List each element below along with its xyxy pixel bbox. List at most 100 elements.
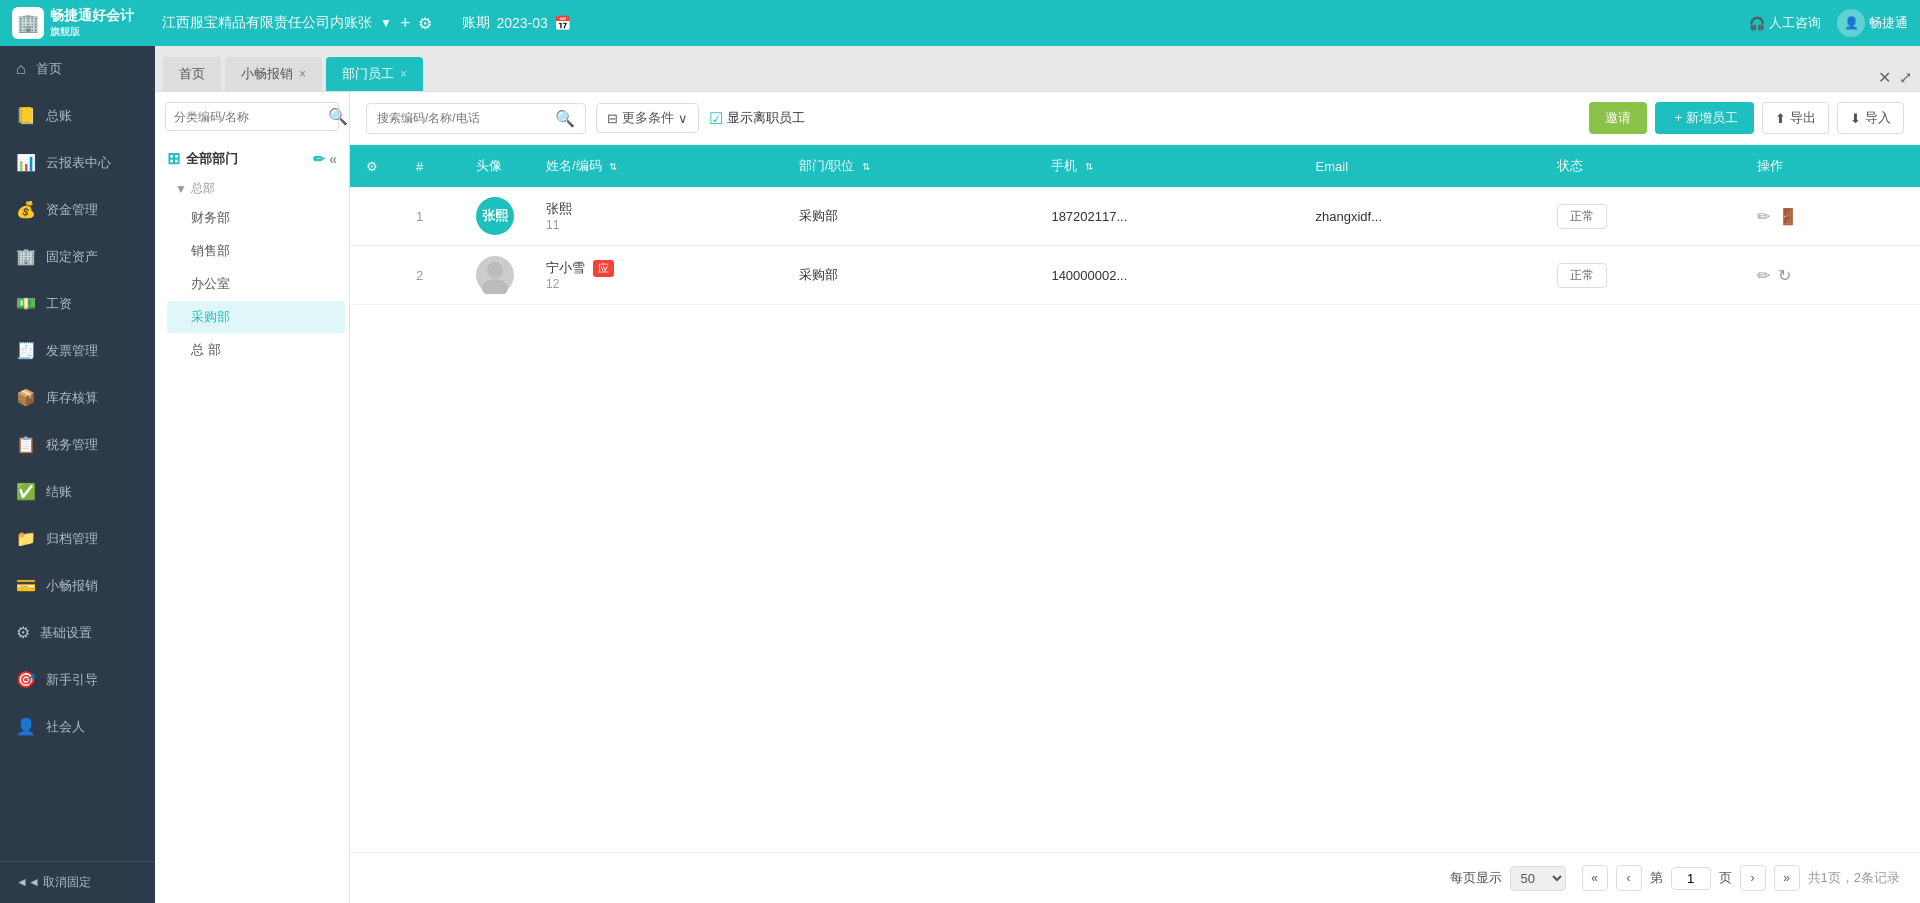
filter-btn[interactable]: ⊟ 更多条件 ∨ [596, 103, 699, 133]
row-1-name: 张熙 11 [530, 187, 783, 246]
first-page-btn[interactable]: « [1582, 865, 1608, 891]
edit-icon-1[interactable]: ✏ [1757, 207, 1770, 226]
action-icons-2: ✏ ↻ [1757, 266, 1904, 285]
tab-dept-close[interactable]: × [400, 67, 407, 81]
company-dropdown-icon[interactable]: ▼ [380, 16, 392, 30]
dept-item-sales[interactable]: 销售部 [167, 235, 345, 267]
grid-icon: ⊞ [167, 149, 180, 168]
sidebar-item-xiaochang[interactable]: 💳 小畅报销 [0, 562, 155, 609]
import-button[interactable]: ⬇ 导入 [1837, 102, 1904, 134]
assets-icon: 🏢 [16, 247, 36, 266]
dept-item-office[interactable]: 办公室 [167, 268, 345, 300]
page-size-select[interactable]: 50 10 20 100 [1510, 866, 1566, 891]
dept-item-general[interactable]: 总 部 [167, 334, 345, 366]
refresh-icon-2[interactable]: ↻ [1778, 266, 1791, 285]
sidebar-item-funds[interactable]: 💰 资金管理 [0, 186, 155, 233]
th-phone[interactable]: 手机 ⇅ [1035, 145, 1299, 187]
show-resigned-check[interactable]: ☑ 显示离职员工 [709, 109, 805, 128]
tab-expand-btn[interactable]: ⤢ [1899, 68, 1912, 87]
next-btn-label: › [1751, 871, 1755, 885]
row-2-name: 宁小雪 应 12 [530, 246, 783, 305]
more-icon: 👤 [16, 717, 36, 736]
sidebar-item-checkout[interactable]: ✅ 结账 [0, 468, 155, 515]
emp-name-zhangxi: 张熙 [546, 200, 767, 218]
add-employee-button[interactable]: + 新增员工 [1655, 102, 1754, 134]
tab-xiaochang[interactable]: 小畅报销 × [225, 57, 322, 91]
emp-search-input[interactable] [377, 111, 549, 125]
sidebar-item-reports[interactable]: 📊 云报表中心 [0, 139, 155, 186]
invite-button[interactable]: 邀请 [1589, 102, 1647, 134]
user-button[interactable]: 👤 畅捷通 [1837, 9, 1908, 37]
headset-icon: 🎧 [1749, 16, 1765, 31]
period-value[interactable]: 2023-03 [496, 15, 547, 31]
sidebar-item-settings[interactable]: ⚙ 基础设置 [0, 609, 155, 656]
sidebar-item-more[interactable]: 👤 社会人 [0, 703, 155, 750]
dept-office-label: 办公室 [191, 276, 230, 291]
th-name-code[interactable]: 姓名/编码 ⇅ [530, 145, 783, 187]
support-button[interactable]: 🎧 人工咨询 [1749, 14, 1821, 32]
add-company-btn[interactable]: + [400, 13, 411, 34]
collapse-arrow-icon[interactable]: ▼ [175, 182, 187, 196]
logo-main-text: 畅捷通好会计 [50, 7, 134, 25]
page-label: 页 [1719, 869, 1732, 887]
employee-area: 🔍 ⊟ 更多条件 ∨ ☑ 显示离职员工 邀请 [350, 92, 1920, 903]
dept-collapse-btn[interactable]: « [329, 151, 337, 167]
sidebar-label-inventory: 库存核算 [46, 389, 98, 407]
edit-icon-2[interactable]: ✏ [1757, 266, 1770, 285]
dept-item-finance[interactable]: 财务部 [167, 202, 345, 234]
toolbar-right: 邀请 + 新增员工 ⬆ 导出 ⬇ 导入 [1589, 102, 1904, 134]
sidebar-label-payroll: 工资 [46, 295, 72, 313]
archive-icon: 📁 [16, 529, 36, 548]
dept-search-icon[interactable]: 🔍 [328, 107, 348, 126]
company-name[interactable]: 江西服宝精品有限责任公司内账张 ▼ + ⚙ [162, 13, 432, 34]
sidebar-item-assets[interactable]: 🏢 固定资产 [0, 233, 155, 280]
dept-search-box[interactable]: 🔍 [165, 102, 339, 131]
ledger-icon: 📒 [16, 106, 36, 125]
dept-action-icons: ✏ « [313, 151, 337, 167]
pending-badge-ning: 应 [593, 260, 614, 277]
emp-table: ⚙ # 头像 姓名/编码 ⇅ 部门/职位 ⇅ [350, 145, 1920, 852]
tab-home[interactable]: 首页 [163, 57, 221, 91]
export-button[interactable]: ⬆ 导出 [1762, 102, 1829, 134]
sidebar-item-home[interactable]: ⌂ 首页 [0, 46, 155, 92]
unpin-btn[interactable]: ◄◄ 取消固定 [0, 861, 155, 903]
emp-search-icon[interactable]: 🔍 [555, 109, 575, 128]
sidebar-label-ledger: 总账 [46, 107, 72, 125]
sidebar-item-archive[interactable]: 📁 归档管理 [0, 515, 155, 562]
next-page-btn[interactable]: › [1740, 865, 1766, 891]
th-settings[interactable]: ⚙ [350, 145, 400, 187]
logo-icon: 🏢 [12, 7, 44, 39]
sidebar-item-inventory[interactable]: 📦 库存核算 [0, 374, 155, 421]
sidebar-item-guide[interactable]: 🎯 新手引导 [0, 656, 155, 703]
xiaochang-icon: 💳 [16, 576, 36, 595]
tab-bar-actions: ✕ ⤢ [1878, 68, 1912, 91]
tab-xiaochang-label: 小畅报销 [241, 65, 293, 83]
dept-search-input[interactable] [174, 110, 324, 124]
top-bar: 🏢 畅捷通好会计 旗舰版 江西服宝精品有限责任公司内账张 ▼ + ⚙ 账期 20… [0, 0, 1920, 46]
sidebar-item-tax[interactable]: 📋 税务管理 [0, 421, 155, 468]
add-label: + 新增员工 [1675, 109, 1738, 127]
th-dept[interactable]: 部门/职位 ⇅ [783, 145, 1036, 187]
sidebar-item-payroll[interactable]: 💵 工资 [0, 280, 155, 327]
dept-item-purchase[interactable]: 采购部 [167, 301, 345, 333]
logo-text: 畅捷通好会计 旗舰版 [50, 7, 134, 39]
sidebar-label-funds: 资金管理 [46, 201, 98, 219]
sidebar-item-ledger[interactable]: 📒 总账 [0, 92, 155, 139]
tab-dept[interactable]: 部门员工 × [326, 57, 423, 91]
page-number-input[interactable] [1671, 867, 1711, 890]
tab-close-window-btn[interactable]: ✕ [1878, 68, 1891, 87]
last-page-btn[interactable]: » [1774, 865, 1800, 891]
home-icon: ⌂ [16, 60, 26, 78]
checkbox-icon[interactable]: ☑ [709, 109, 723, 128]
sidebar-item-invoice[interactable]: 🧾 发票管理 [0, 327, 155, 374]
dept-all[interactable]: ⊞ 全部部门 ✏ « [155, 141, 349, 176]
dept-edit-icon[interactable]: ✏ [313, 151, 325, 167]
prev-page-btn[interactable]: ‹ [1616, 865, 1642, 891]
emp-search-box[interactable]: 🔍 [366, 103, 586, 134]
calendar-icon[interactable]: 📅 [554, 15, 571, 31]
delete-icon-1[interactable]: 🚪 [1778, 207, 1798, 226]
sidebar-label-xiaochang: 小畅报销 [46, 577, 98, 595]
support-label: 人工咨询 [1769, 14, 1821, 32]
settings-icon[interactable]: ⚙ [418, 14, 432, 33]
tab-xiaochang-close[interactable]: × [299, 67, 306, 81]
